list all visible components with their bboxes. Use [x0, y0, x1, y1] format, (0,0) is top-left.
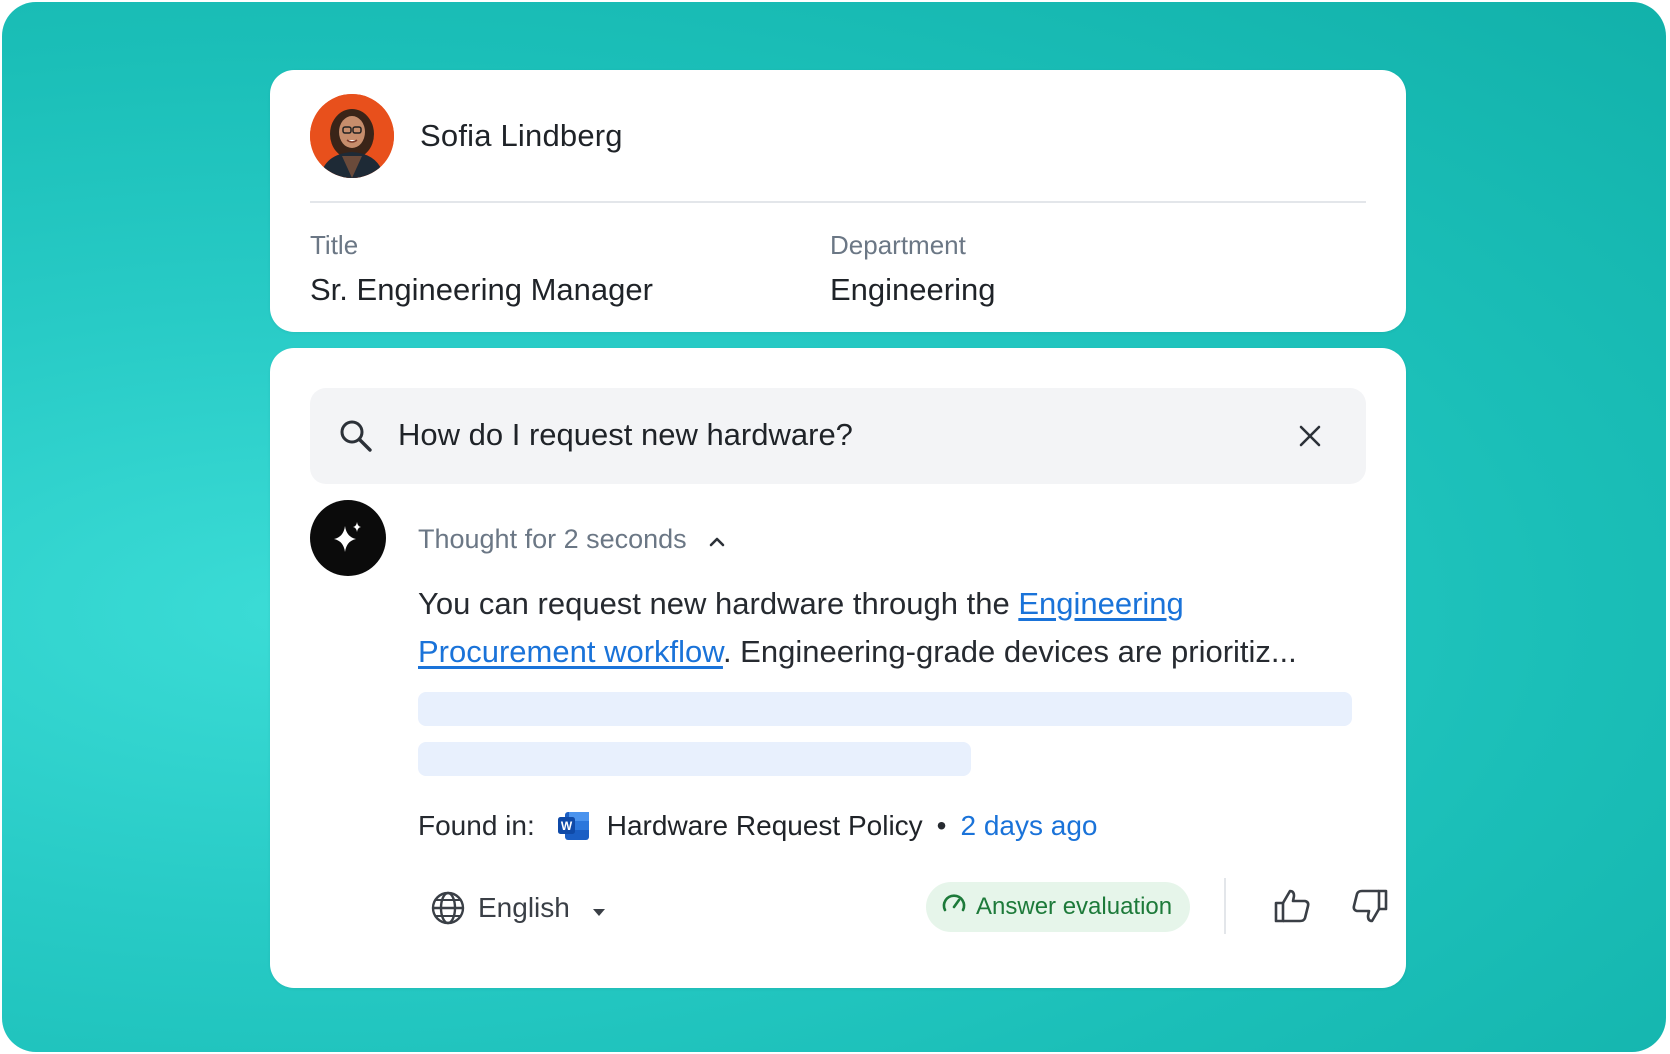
search-icon [338, 418, 374, 454]
thought-toggle[interactable]: Thought for 2 seconds [418, 524, 726, 556]
background-canvas: Sofia Lindberg Title Sr. Engineering Man… [2, 2, 1666, 1052]
close-icon[interactable] [1294, 420, 1326, 452]
profile-card: Sofia Lindberg Title Sr. Engineering Man… [270, 70, 1406, 332]
answer-text-before: You can request new hardware through the [418, 586, 1019, 621]
loading-skeleton-line [418, 692, 1352, 726]
user-name: Sofia Lindberg [420, 118, 623, 153]
search-bar[interactable]: How do I request new hardware? [310, 388, 1366, 484]
department-value: Engineering [830, 272, 996, 307]
chevron-up-icon [708, 525, 726, 556]
answer-evaluation-button[interactable]: Answer evaluation [926, 882, 1191, 932]
language-label: English [478, 892, 570, 923]
found-in-label: Found in: [418, 810, 535, 841]
answer-text-after: . Engineering-grade devices are prioriti… [722, 634, 1297, 669]
gauge-icon [940, 890, 976, 925]
answer-text: You can request new hardware through the… [418, 580, 1358, 676]
source-citation: Found in: W Hardware Request Policy • 2 … [418, 810, 1097, 842]
globe-icon [430, 890, 466, 926]
thumbs-down-icon[interactable] [1350, 886, 1390, 926]
caret-down-icon [592, 892, 606, 924]
avatar [310, 94, 394, 178]
word-doc-icon: W [557, 811, 591, 841]
separator-dot: • [936, 810, 947, 841]
language-selector[interactable]: English [430, 890, 606, 926]
loading-skeleton-line [418, 742, 971, 776]
department-label: Department [830, 230, 966, 260]
thought-label: Thought for 2 seconds [418, 524, 687, 554]
thumbs-up-icon[interactable] [1272, 886, 1312, 926]
search-input[interactable]: How do I request new hardware? [398, 417, 853, 453]
vertical-divider [1224, 878, 1226, 934]
title-label: Title [310, 230, 359, 260]
ai-sparkle-badge [310, 500, 386, 576]
source-timestamp: 2 days ago [960, 810, 1098, 841]
answer-footer: English Answer evaluation [430, 876, 1388, 946]
title-value: Sr. Engineering Manager [310, 272, 653, 307]
answer-evaluation-label: Answer evaluation [976, 893, 1173, 920]
divider [310, 201, 1366, 203]
answer-card: How do I request new hardware? Thought f… [270, 348, 1406, 988]
source-document-link[interactable]: Hardware Request Policy [607, 810, 923, 842]
svg-text:W: W [561, 819, 573, 833]
